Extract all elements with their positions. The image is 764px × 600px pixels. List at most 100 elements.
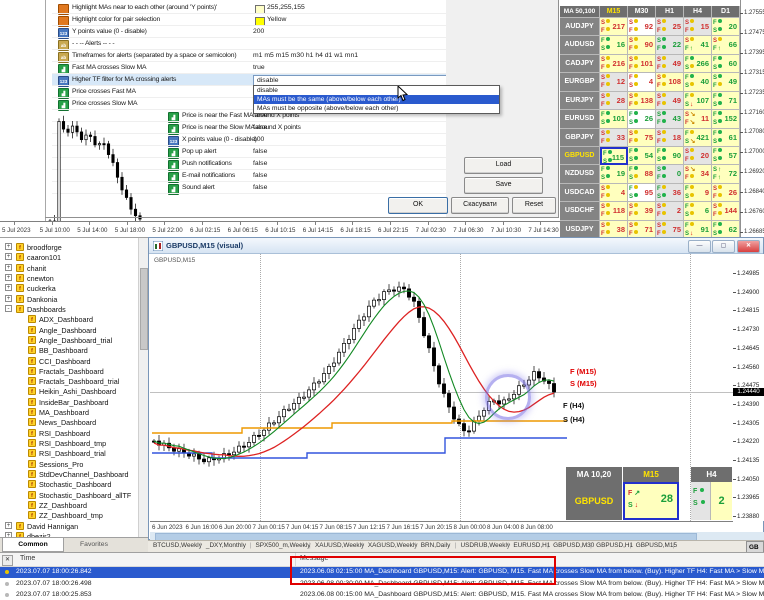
dropdown-option[interactable]: MAs must be opposite (above/below each o… [254,104,499,113]
chart-tab-eurusd-h1[interactable]: EURUSD,H1 [513,542,550,549]
chart-tab-gbpusd-h1[interactable]: GBPUSD,H1 [596,542,633,549]
ma-panel-m15-cell[interactable]: F ↗ S ↓ 28 [623,482,679,520]
pair-label-EURJPY[interactable]: EURJPY [560,91,600,111]
property-value[interactable]: false [253,184,267,191]
dashboard-cell-GBPJPY-M15[interactable]: S F 33 [600,128,628,147]
dashboard-cell-NZDUSD-M15[interactable]: F S 19 [600,165,628,184]
dashboard-cell-CADJPY-M30[interactable]: S F 101 [628,54,656,74]
chart-tab-brn-daily[interactable]: BRN,Daily [421,542,450,549]
dashboard-cell-EURGBP-H4[interactable]: F S 40 [684,73,712,92]
chart-tab-xauusd-weekly[interactable]: XAUUSD,Weekly [315,542,364,549]
chart-tab-xagusd-weekly[interactable]: XAGUSD,Weekly [368,542,418,549]
pair-label-EURGBP[interactable]: EURGBP [560,73,600,92]
ok-button[interactable]: OK [388,197,448,214]
expand-icon[interactable]: + [5,273,12,281]
dashboard-cell-USDCAD-M15[interactable]: SF 4 [600,183,628,203]
dashboard-cell-NZDUSD-D1[interactable]: S↑ F↑ 72 [712,165,740,184]
chart-tab--dxy-monthly[interactable]: _DXY,Monthly [206,542,246,549]
dashboard-cell-EURGBP-M15[interactable]: S F 12 [600,73,628,92]
dashboard-cell-USDCAD-M30[interactable]: F S 95 [628,183,656,203]
chart-horizontal-scrollbar[interactable] [150,532,764,541]
dashboard-cell-CADJPY-H1[interactable]: S F 49 [656,54,684,74]
expand-icon[interactable]: + [5,243,12,250]
dropdown-option[interactable]: MAs must be the same (above/below each o… [254,95,499,104]
restore-button[interactable]: ▢ [712,240,735,253]
collapse-icon[interactable]: - [5,304,12,312]
pair-label-EURUSD[interactable]: EURUSD [560,110,600,129]
dashboard-cell-USDCHF-H4[interactable]: FS 6 [684,202,712,221]
property-value[interactable]: true [253,64,265,71]
dashboard-cell-EURJPY-H1[interactable]: S F 49 [656,91,684,111]
dashboard-cell-EURUSD-H1[interactable]: S F 43 [656,110,684,129]
dashboard-cell-GBPUSD-M30[interactable]: F S 54 [628,146,656,166]
dashboard-cell-EURGBP-M30[interactable]: FS 4 [628,73,656,92]
property-value[interactable]: false [253,148,267,155]
save-button[interactable]: Save [464,177,543,194]
pair-label-NZDUSD[interactable]: NZDUSD [560,165,600,184]
close-icon[interactable]: ✕ [2,555,13,566]
dashboard-cell-GBPJPY-H1[interactable]: S F 18 [656,128,684,147]
dashboard-cell-AUDUSD-H4[interactable]: S F↑ 41 [684,36,712,55]
dashboard-cell-AUDUSD-M15[interactable]: F S 16 [600,36,628,55]
property-value[interactable]: Yellow [267,16,286,23]
dashboard-cell-EURJPY-M30[interactable]: S F 138 [628,91,656,111]
dashboard-cell-EURJPY-H4[interactable]: F S↓ 107 [684,91,712,111]
chart-tab-gbpusd-m15[interactable]: GBPUSD,M15 [636,542,677,549]
pair-label-GBPJPY[interactable]: GBPJPY [560,128,600,147]
dashboard-cell-CADJPY-H4[interactable]: F S 266 [684,54,712,74]
dashboard-cell-CADJPY-M15[interactable]: S F 216 [600,54,628,74]
dashboard-cell-GBPJPY-H4[interactable]: F S↘ 421 [684,128,712,147]
load-button[interactable]: Load [464,157,543,174]
dashboard-cell-AUDUSD-H1[interactable]: S F 22 [656,36,684,55]
dashboard-cell-EURUSD-M30[interactable]: F S 26 [628,110,656,129]
dashboard-cell-AUDUSD-D1[interactable]: S F↑ 66 [712,36,740,55]
cancel-button[interactable]: Скасувати [451,197,509,214]
dashboard-cell-AUDJPY-H4[interactable]: S F 15 [684,18,712,37]
close-button[interactable]: ✕ [737,240,760,253]
property-value[interactable]: false [253,172,267,179]
dashboard-cell-GBPUSD-H1[interactable]: F S 90 [656,146,684,166]
dashboard-cell-AUDJPY-M15[interactable]: S F 217 [600,18,628,37]
tab-favorites[interactable]: Favorites [64,538,124,551]
dashboard-cell-EURGBP-H1[interactable]: S F 108 [656,73,684,92]
chart-window-titlebar[interactable]: GBPUSD,M15 (visual) — ▢ ✕ [149,238,763,254]
dashboard-cell-USDCAD-D1[interactable]: S F 26 [712,183,740,203]
dashboard-cell-AUDUSD-M30[interactable]: S F 90 [628,36,656,55]
dashboard-cell-NZDUSD-H1[interactable]: SF 0 [656,165,684,184]
dashboard-cell-AUDJPY-D1[interactable]: F S 20 [712,18,740,37]
property-value[interactable]: false [253,160,267,167]
pair-label-AUDJPY[interactable]: AUDJPY [560,18,600,37]
scrollbar-thumb[interactable] [140,268,148,350]
dashboard-cell-CADJPY-D1[interactable]: F S 60 [712,54,740,74]
expand-icon[interactable]: + [5,284,12,292]
dashboard-cell-USDCAD-H1[interactable]: F S 36 [656,183,684,203]
reset-button[interactable]: Reset [512,197,556,214]
dashboard-cell-USDCHF-M30[interactable]: S F 39 [628,202,656,221]
dashboard-cell-EURJPY-M15[interactable]: S F 28 [600,91,628,111]
property-value[interactable]: 255,255,155 [267,4,305,11]
dashboard-cell-EURJPY-D1[interactable]: F S 71 [712,91,740,111]
expand-icon[interactable]: + [5,263,12,271]
expand-icon[interactable]: + [5,521,12,529]
dashboard-cell-NZDUSD-H4[interactable]: S↘ F 34 [684,165,712,184]
pair-label-AUDUSD[interactable]: AUDUSD [560,36,600,55]
dashboard-cell-GBPUSD-D1[interactable]: F S 57 [712,146,740,166]
chart-tab-usdrub-weekly[interactable]: USDRUB,Weekly [461,542,511,549]
chart-tab-spx500-m-weekly[interactable]: SPX500_m,Weekly [256,542,311,549]
expand-icon[interactable]: + [5,294,12,302]
dashboard-cell-EURUSD-H4[interactable]: S↘ F↘ 11 [684,110,712,129]
property-value[interactable]: 200 [253,28,264,35]
dashboard-cell-EURUSD-M15[interactable]: F S 101 [600,110,628,129]
dashboard-cell-USDCAD-H4[interactable]: FS9 [684,183,712,203]
chart-price-axis[interactable]: 1.24440 1.24985 1.24900 1.24815 1.24730 1.24… [733,254,764,521]
dashboard-cell-USDCHF-D1[interactable]: S F 144 [712,202,740,221]
dashboard-cell-GBPUSD-H4[interactable]: S F 20 [684,146,712,166]
tab-common[interactable]: Common [2,538,64,552]
chart-tab-btcusd-weekly[interactable]: BTCUSD,Weekly [153,542,202,549]
dashboard-cell-GBPJPY-D1[interactable]: F S 61 [712,128,740,147]
dashboard-cell-EURUSD-D1[interactable]: F S 152 [712,110,740,129]
pair-label-USDCAD[interactable]: USDCAD [560,183,600,203]
minimize-button[interactable]: — [688,240,711,253]
dashboard-cell-AUDJPY-H1[interactable]: S F 25 [656,18,684,37]
property-value[interactable]: 100 [253,136,264,143]
